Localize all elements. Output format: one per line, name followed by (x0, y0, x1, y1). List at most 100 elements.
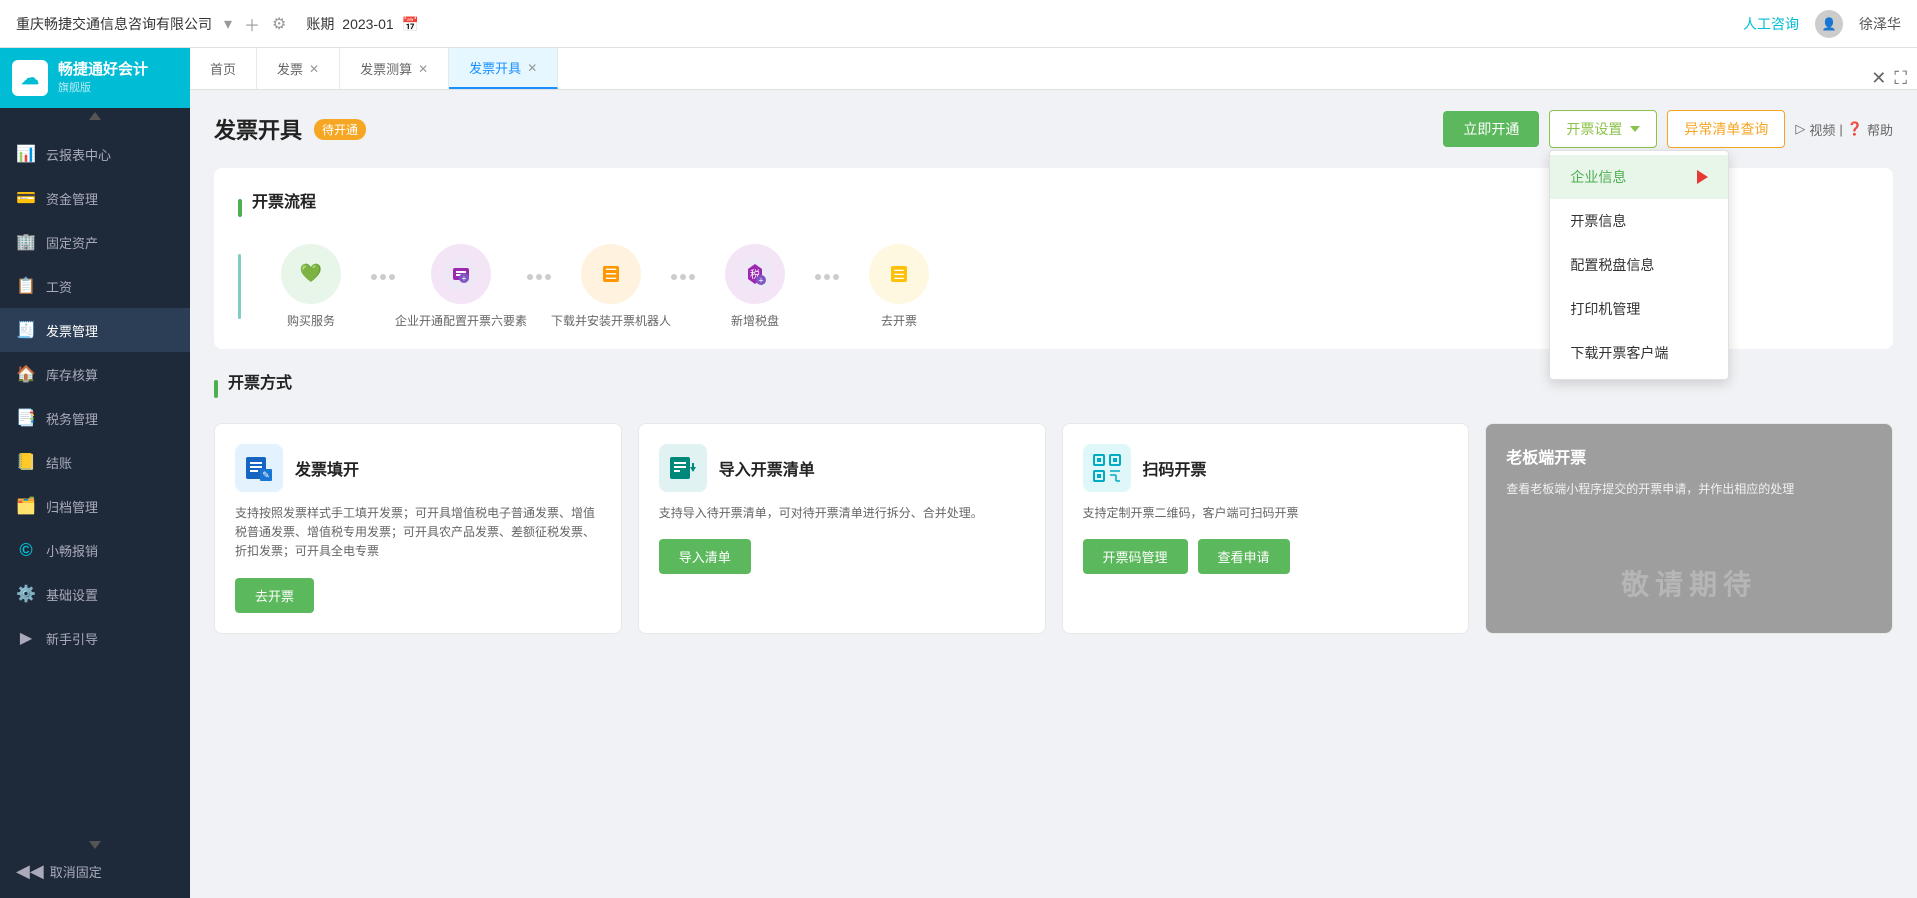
tab-bar-right: ✕ ⛶ (1871, 68, 1917, 89)
svg-text:✎: ✎ (262, 470, 270, 480)
page-title-area: 发票开具 待开通 (214, 113, 366, 145)
red-arrow-icon (1697, 170, 1708, 184)
dropdown-item-download-client[interactable]: 下载开票客户端 (1550, 331, 1728, 375)
activate-button[interactable]: 立即开通 (1443, 111, 1539, 147)
tab-close-button[interactable]: ✕ (1871, 68, 1886, 89)
sidebar: ☁ 畅捷通好会计 旗舰版 📊 云报表中心 💳 资金管理 🏢 固定资产 (0, 48, 190, 898)
method-card-import-title: 导入开票清单 (719, 456, 815, 480)
cancel-fixed-button[interactable]: ◀◀ 取消固定 (0, 853, 190, 898)
tab-close-cesuan[interactable]: ✕ (418, 62, 428, 76)
tab-cesuan[interactable]: 发票测算 ✕ (340, 48, 449, 89)
process-step-add-tax: 税+ 新增税盘 (695, 244, 815, 329)
dropdown-item-company-info[interactable]: 企业信息 (1550, 155, 1728, 199)
sidebar-item-kucun[interactable]: 🏠 库存核算 (0, 352, 190, 396)
go-invoice-button[interactable]: 去开票 (235, 578, 314, 613)
gudingzichan-icon: 🏢 (16, 232, 36, 252)
gray-overlay-text: 敬请期待 (1486, 563, 1892, 603)
fill-icon: ✎ (235, 444, 283, 492)
scan-buttons: 开票码管理 查看申请 (1083, 539, 1449, 574)
page-title: 发票开具 (214, 113, 302, 145)
play-icon: ▷ (1795, 121, 1805, 137)
guidang-icon: 🗂️ (16, 496, 36, 516)
sidebar-item-label: 云报表中心 (46, 145, 111, 164)
sidebar-item-shuiwu[interactable]: 📑 税务管理 (0, 396, 190, 440)
help-icon: ❓ (1847, 121, 1863, 137)
method-card-boss-title: 老板端开票 (1506, 444, 1586, 468)
method-card-fill: ✎ 发票填开 支持按照发票样式手工填开发票；可开具增值税电子普通发票、增值税普通… (214, 423, 622, 634)
scroll-up[interactable] (0, 108, 190, 124)
scan-view-button[interactable]: 查看申请 (1198, 539, 1290, 574)
method-card-fill-title: 发票填开 (295, 456, 359, 480)
sidebar-item-fapiao[interactable]: 🧾 发票管理 (0, 308, 190, 352)
jiezhang-icon: 📒 (16, 452, 36, 472)
tab-kaiju[interactable]: 发票开具 ✕ (449, 48, 558, 89)
gongzi-icon: 📋 (16, 276, 36, 296)
process-icon-download: ☰ (581, 244, 641, 304)
process-icon-add-tax: 税+ (725, 244, 785, 304)
dots-2 (527, 274, 551, 300)
tab-fapiao[interactable]: 发票 ✕ (257, 48, 340, 89)
xiaochang-icon: © (16, 540, 36, 560)
process-label-download: 下载并安装开票机器人 (551, 312, 671, 329)
settings-dropdown-menu: 企业信息 开票信息 配置税盘信息 打印机管理 (1549, 150, 1729, 380)
scan-manage-button[interactable]: 开票码管理 (1083, 539, 1188, 574)
method-card-fill-desc: 支持按照发票样式手工填开发票；可开具增值税电子普通发票、增值税普通发票、增值税专… (235, 504, 601, 562)
method-card-boss-header: 老板端开票 (1506, 444, 1872, 468)
settings-icon[interactable]: ⚙ (272, 14, 286, 34)
svg-text:☰: ☰ (893, 267, 905, 282)
dots-1 (371, 274, 395, 300)
sidebar-item-yunbao[interactable]: 📊 云报表中心 (0, 132, 190, 176)
sidebar-item-label: 结账 (46, 453, 72, 472)
sidebar-item-label: 库存核算 (46, 365, 98, 384)
sidebar-nav: 📊 云报表中心 💳 资金管理 🏢 固定资产 📋 工资 🧾 发票管理 🏠 (0, 124, 190, 837)
tab-home[interactable]: 首页 (190, 48, 257, 89)
dropdown-item-tax-disk[interactable]: 配置税盘信息 (1550, 243, 1728, 287)
sidebar-item-gongzi[interactable]: 📋 工资 (0, 264, 190, 308)
ticket-methods: ✎ 发票填开 支持按照发票样式手工填开发票；可开具增值税电子普通发票、增值税普通… (214, 423, 1893, 634)
scroll-down[interactable] (0, 837, 190, 853)
process-label-go-invoice: 去开票 (881, 312, 917, 329)
support-link[interactable]: 人工咨询 (1743, 14, 1799, 34)
logo-sub: 旗舰版 (58, 79, 148, 95)
tab-expand-button[interactable]: ⛶ (1894, 68, 1907, 89)
sidebar-item-label: 发票管理 (46, 321, 98, 340)
process-step-download: ☰ 下载并安装开票机器人 (551, 244, 671, 329)
dropdown-item-invoice-info[interactable]: 开票信息 (1550, 199, 1728, 243)
top-bar: 重庆畅捷交通信息咨询有限公司 ▾ ＋ ⚙ 账期 2023-01 📅 人工咨询 👤… (0, 0, 1917, 48)
dropdown-icon[interactable]: ▾ (224, 14, 232, 34)
process-label-buy: 购买服务 (287, 312, 335, 329)
sidebar-item-xinshou[interactable]: ▶ 新手引导 (0, 616, 190, 660)
abnormal-button[interactable]: 异常清单查询 (1667, 110, 1785, 148)
user-avatar: 👤 (1815, 10, 1843, 38)
process-step-config: + 企业开通配置开票六要素 (395, 244, 527, 329)
sidebar-item-xiaochang[interactable]: © 小畅报销 (0, 528, 190, 572)
dots-3 (671, 274, 695, 300)
sidebar-item-gudingzichan[interactable]: 🏢 固定资产 (0, 220, 190, 264)
period-label: 账期 2023-01 📅 (306, 14, 419, 34)
tab-close-fapiao[interactable]: ✕ (309, 62, 319, 76)
tab-close-kaiju[interactable]: ✕ (527, 61, 537, 75)
sidebar-item-jiezhang[interactable]: 📒 结账 (0, 440, 190, 484)
add-icon[interactable]: ＋ (244, 12, 260, 36)
logo-text-block: 畅捷通好会计 旗舰版 (58, 61, 148, 95)
method-card-scan-desc: 支持定制开票二维码，客户端可扫码开票 (1083, 504, 1449, 523)
import-icon (659, 444, 707, 492)
dropdown-item-printer[interactable]: 打印机管理 (1550, 287, 1728, 331)
method-card-import-desc: 支持导入待开票清单，可对待开票清单进行拆分、合并处理。 (659, 504, 1025, 523)
zijin-icon: 💳 (16, 188, 36, 208)
settings-button[interactable]: 开票设置 (1549, 110, 1657, 148)
method-card-scan: 扫码开票 支持定制开票二维码，客户端可扫码开票 开票码管理 查看申请 (1062, 423, 1470, 634)
method-card-import: 导入开票清单 支持导入待开票清单，可对待开票清单进行拆分、合并处理。 导入清单 (638, 423, 1046, 634)
import-list-button[interactable]: 导入清单 (659, 539, 751, 574)
methods-divider-bar (214, 380, 218, 398)
process-icon-go-invoice: ☰ (869, 244, 929, 304)
app-body: ☁ 畅捷通好会计 旗舰版 📊 云报表中心 💳 资金管理 🏢 固定资产 (0, 48, 1917, 898)
video-button[interactable]: ▷ 视频 | ❓ 帮助 (1795, 120, 1893, 139)
user-name: 徐泽华 (1859, 14, 1901, 34)
sidebar-logo: ☁ 畅捷通好会计 旗舰版 (0, 48, 190, 108)
process-section-title: 开票流程 (252, 188, 316, 212)
sidebar-item-zijin[interactable]: 💳 资金管理 (0, 176, 190, 220)
sidebar-item-guidang[interactable]: 🗂️ 归档管理 (0, 484, 190, 528)
process-step-go-invoice: ☰ 去开票 (839, 244, 959, 329)
sidebar-item-jichu[interactable]: ⚙️ 基础设置 (0, 572, 190, 616)
